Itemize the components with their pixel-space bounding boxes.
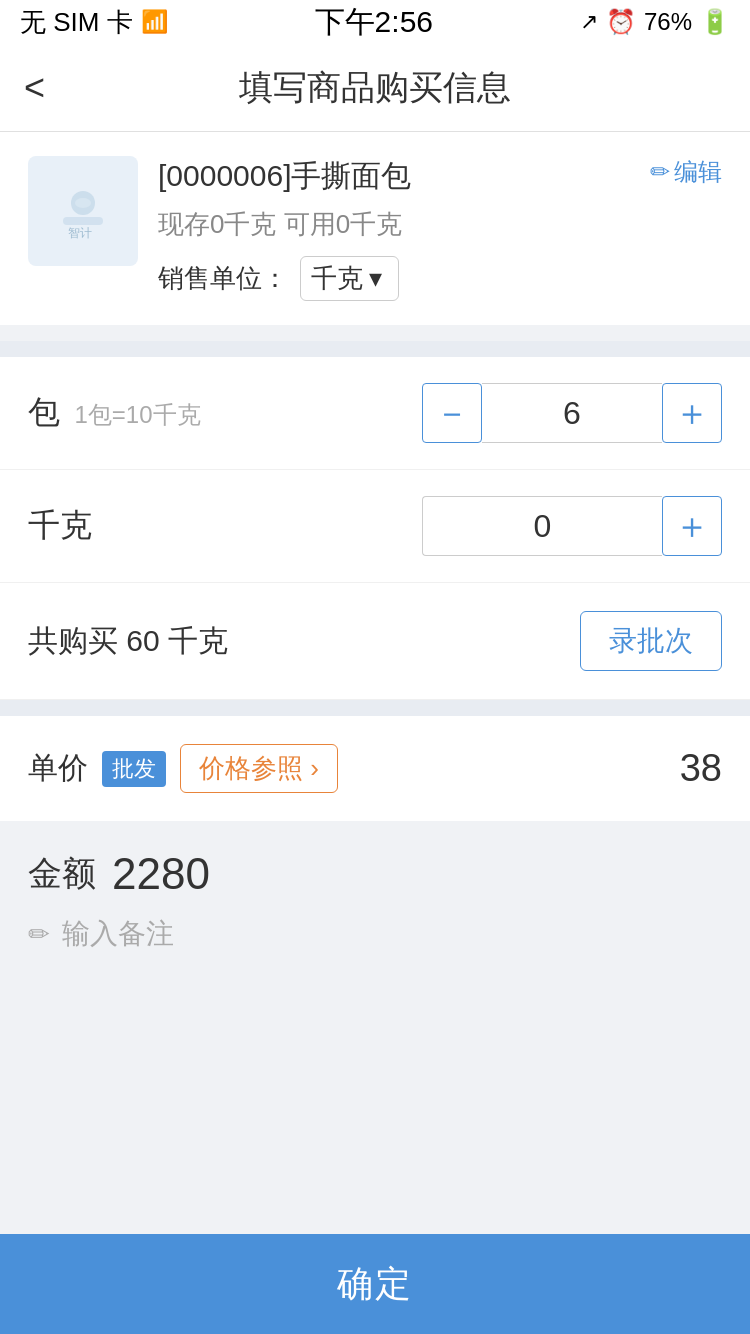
amount-section: 金额 2280 ✏ 输入备注 <box>0 821 750 973</box>
battery-icon: 🔋 <box>700 8 730 36</box>
pack-label-main: 包 <box>28 394 60 430</box>
kg-label-main: 千克 <box>28 507 92 543</box>
pencil-icon: ✏ <box>28 919 50 950</box>
chevron-down-icon: ▾ <box>369 263 382 294</box>
price-badge: 批发 <box>102 751 166 787</box>
main-spacer <box>0 973 750 1234</box>
separator-2 <box>0 700 750 716</box>
price-section: 单价 批发 价格参照 › 38 <box>0 716 750 821</box>
svg-text:智计: 智计 <box>68 226 92 240</box>
unit-label: 销售单位： <box>158 261 288 296</box>
total-text: 共购买 60 千克 <box>28 621 228 662</box>
kg-input[interactable] <box>422 496 662 556</box>
price-left: 单价 批发 价格参照 › <box>28 744 338 793</box>
kg-row: 千克 ＋ <box>0 470 750 583</box>
unit-value: 千克 <box>311 261 363 296</box>
kg-plus-button[interactable]: ＋ <box>662 496 722 556</box>
back-button[interactable]: < <box>24 67 45 109</box>
kg-controls: ＋ <box>422 496 722 556</box>
edit-label: 编辑 <box>674 156 722 188</box>
alarm-icon: ⏰ <box>606 8 636 36</box>
product-image: 智计 <box>28 156 138 266</box>
status-right: ↗ ⏰ 76% 🔋 <box>580 8 730 36</box>
price-label: 单价 <box>28 748 88 789</box>
input-section: 包 1包=10千克 － ＋ 千克 ＋ 共购买 60 千克 录批次 <box>0 357 750 700</box>
product-unit-row: 销售单位： 千克 ▾ <box>158 256 722 301</box>
price-value: 38 <box>680 747 722 790</box>
svg-rect-2 <box>63 217 103 225</box>
remark-placeholder: 输入备注 <box>62 915 174 953</box>
edit-button[interactable]: ✏ 编辑 <box>650 156 722 188</box>
amount-label: 金额 <box>28 851 96 897</box>
pack-controls: － ＋ <box>422 383 722 443</box>
pack-label-sub: 1包=10千克 <box>74 401 200 428</box>
pack-label: 包 1包=10千克 <box>28 391 422 435</box>
no-sim-label: 无 SIM 卡 <box>20 5 133 40</box>
status-time: 下午2:56 <box>315 2 433 43</box>
pack-plus-button[interactable]: ＋ <box>662 383 722 443</box>
product-name: [0000006]手撕面包 <box>158 156 411 197</box>
pack-row: 包 1包=10千克 － ＋ <box>0 357 750 470</box>
confirm-button[interactable]: 确定 <box>0 1234 750 1334</box>
price-ref-button[interactable]: 价格参照 › <box>180 744 338 793</box>
svg-point-1 <box>75 198 91 208</box>
page-title: 填写商品购买信息 <box>239 65 511 111</box>
product-card: 智计 [0000006]手撕面包 ✏ 编辑 现存0千克 可用0千克 销售单位： … <box>0 132 750 325</box>
product-info: [0000006]手撕面包 ✏ 编辑 现存0千克 可用0千克 销售单位： 千克 … <box>158 156 722 301</box>
amount-value: 2280 <box>112 849 210 899</box>
battery-label: 76% <box>644 8 692 36</box>
nav-bar: < 填写商品购买信息 <box>0 44 750 132</box>
wifi-icon: 📶 <box>141 9 168 35</box>
product-stock: 现存0千克 可用0千克 <box>158 207 722 242</box>
kg-label: 千克 <box>28 504 422 548</box>
edit-icon: ✏ <box>650 158 670 186</box>
unit-selector[interactable]: 千克 ▾ <box>300 256 399 301</box>
remark-row[interactable]: ✏ 输入备注 <box>28 915 722 973</box>
pack-minus-button[interactable]: － <box>422 383 482 443</box>
status-bar: 无 SIM 卡 📶 下午2:56 ↗ ⏰ 76% 🔋 <box>0 0 750 44</box>
pack-input[interactable] <box>482 383 662 443</box>
total-row: 共购买 60 千克 录批次 <box>0 583 750 700</box>
status-left: 无 SIM 卡 📶 <box>20 5 168 40</box>
batch-button[interactable]: 录批次 <box>580 611 722 671</box>
separator-1 <box>0 341 750 357</box>
location-icon: ↗ <box>580 9 598 35</box>
amount-row: 金额 2280 <box>28 849 722 899</box>
